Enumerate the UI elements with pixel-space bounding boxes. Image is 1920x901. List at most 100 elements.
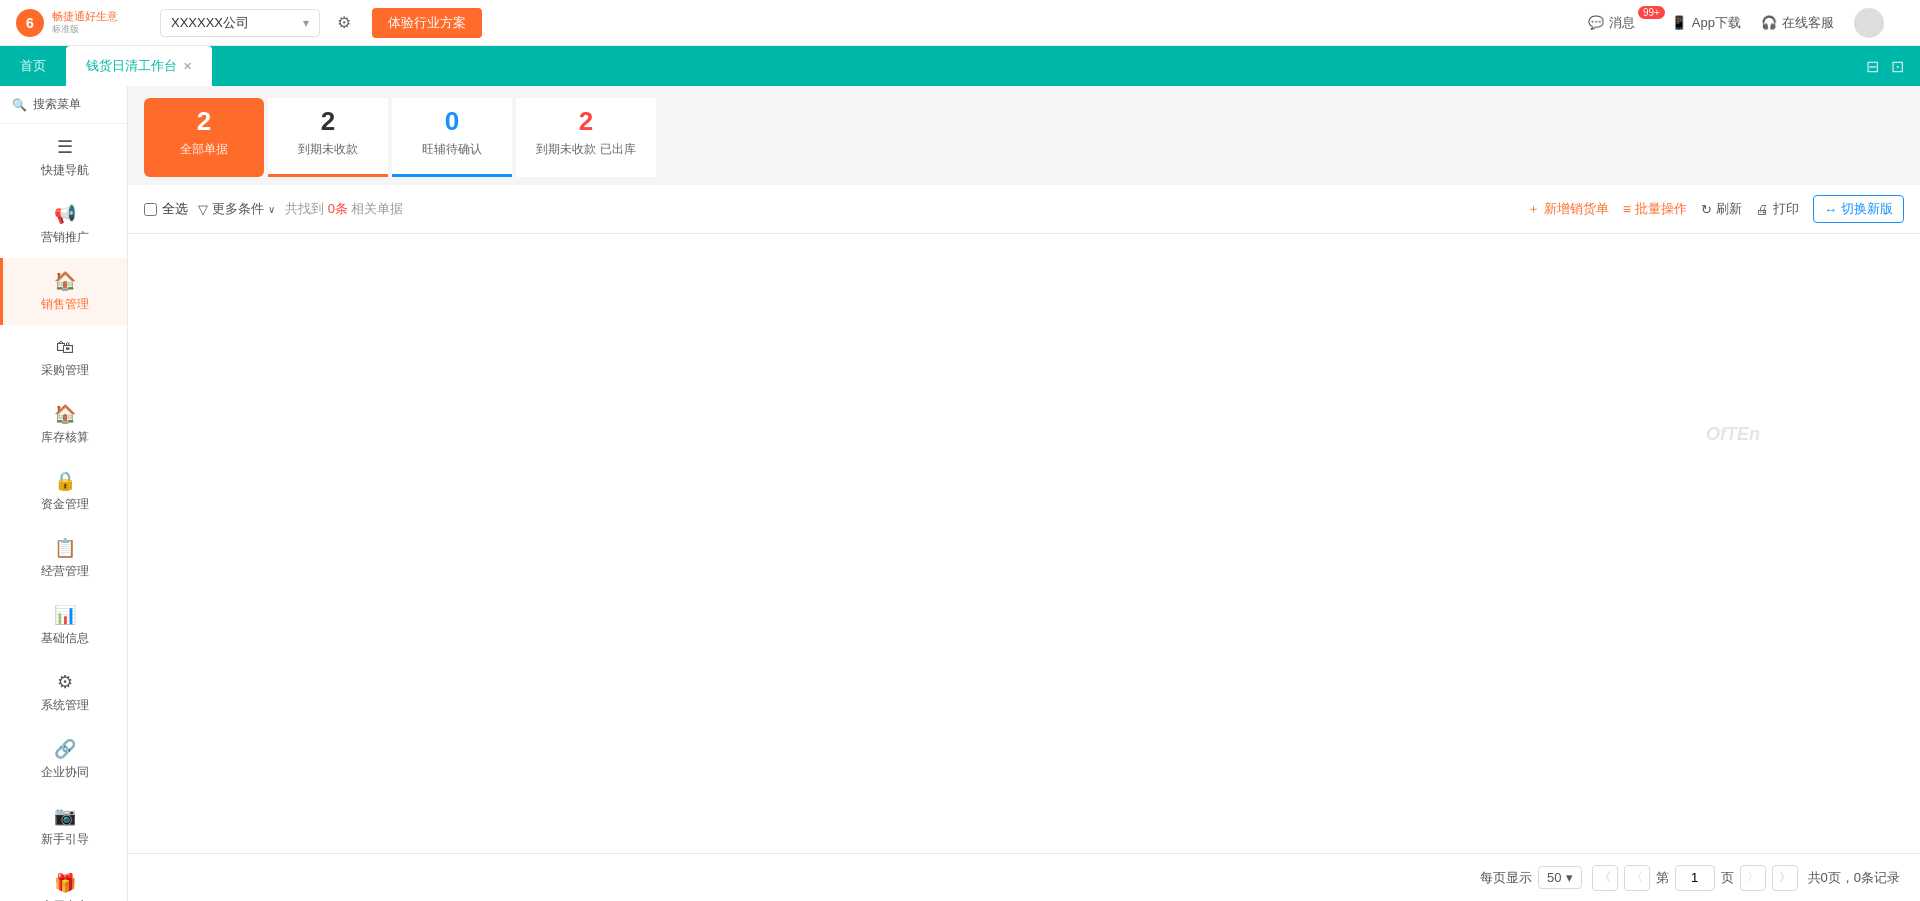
page-first-button[interactable]: 《 xyxy=(1592,865,1618,891)
sidebar-item-label: 销售管理 xyxy=(41,296,89,313)
stat-tab-all[interactable]: 2 全部单据 xyxy=(144,98,264,177)
batch-label: 批量操作 xyxy=(1635,200,1687,218)
sidebar-item-kucun[interactable]: 🏠 库存核算 xyxy=(0,391,127,458)
page-controls: 《 〈 第 页 〉 》 xyxy=(1592,865,1798,891)
stat-num-all: 2 xyxy=(164,106,244,137)
yingxiao-icon: 📢 xyxy=(54,203,76,225)
stat-num-wangfu: 0 xyxy=(412,106,492,137)
tab-close-icon[interactable]: ✕ xyxy=(183,60,192,73)
add-label: 新增销货单 xyxy=(1544,200,1609,218)
message-badge: 99+ xyxy=(1638,6,1665,19)
sidebar-item-zijin[interactable]: 🔒 资金管理 xyxy=(0,458,127,525)
per-page-arrow-icon: ▾ xyxy=(1566,870,1573,885)
message-action[interactable]: 💬 消息 99+ xyxy=(1588,14,1651,32)
page-number-input[interactable] xyxy=(1675,865,1715,891)
stat-label-overdue: 到期未收款 xyxy=(288,141,368,158)
sidebar-item-qiye[interactable]: 🔗 企业协同 xyxy=(0,726,127,793)
sidebar-item-label: 营销推广 xyxy=(41,229,89,246)
per-page-label: 每页显示 xyxy=(1480,869,1532,887)
stats-tabs: 2 全部单据 2 到期未收款 0 旺辅待确认 2 到期未收款 已出库 xyxy=(128,86,1920,177)
more-filter-button[interactable]: ▽ 更多条件 ∨ xyxy=(198,200,275,218)
message-icon: 💬 xyxy=(1588,15,1604,30)
trial-button[interactable]: 体验行业方案 xyxy=(372,8,482,38)
print-label: 打印 xyxy=(1773,200,1799,218)
sidebar: 🔍 搜索菜单 ☰ 快捷导航 📢 营销推广 🏠 销售管理 🛍 采购管理 🏠 库存核… xyxy=(0,86,128,901)
tab-home-label: 首页 xyxy=(20,57,46,75)
app-download-icon: 📱 xyxy=(1671,15,1687,30)
stat-label-all: 全部单据 xyxy=(164,141,244,158)
stat-tab-overdue-shipped[interactable]: 2 到期未收款 已出库 xyxy=(516,98,656,177)
add-order-button[interactable]: ＋ 新增销货单 xyxy=(1527,200,1609,218)
switch-version-button[interactable]: ↔ 切换新版 xyxy=(1813,195,1904,223)
online-service-action[interactable]: 🎧 在线客服 xyxy=(1761,14,1834,32)
nav-icon: ☰ xyxy=(57,136,73,158)
per-page-dropdown[interactable]: 50 ▾ xyxy=(1538,866,1581,889)
jichu-icon: 📊 xyxy=(54,604,76,626)
yingyong-icon: 🎁 xyxy=(54,872,76,894)
sidebar-item-label: 采购管理 xyxy=(41,362,89,379)
sidebar-item-jingying[interactable]: 📋 经营管理 xyxy=(0,525,127,592)
window-controls: ⊟ ⊡ xyxy=(1866,57,1920,76)
sidebar-item-xitong[interactable]: ⚙ 系统管理 xyxy=(0,659,127,726)
found-text: 共找到 0条 相关单据 xyxy=(285,200,403,218)
refresh-button[interactable]: ↻ 刷新 xyxy=(1701,200,1742,218)
xinshou-icon: 📷 xyxy=(54,805,76,827)
page-next-button[interactable]: 〉 xyxy=(1740,865,1766,891)
settings-icon[interactable]: ⚙ xyxy=(328,7,360,39)
filter-arrow-icon: ∨ xyxy=(268,204,275,215)
search-menu-label: 搜索菜单 xyxy=(33,96,81,113)
filter-icon: ▽ xyxy=(198,202,208,217)
page-label: 第 xyxy=(1656,869,1669,887)
print-button[interactable]: 🖨 打印 xyxy=(1756,200,1799,218)
sidebar-item-xinshou[interactable]: 📷 新手引导 xyxy=(0,793,127,860)
switch-icon: ↔ xyxy=(1824,202,1837,217)
refresh-icon: ↻ xyxy=(1701,202,1712,217)
logo-area: 6 畅捷通好生意 标准版 xyxy=(16,9,144,37)
page-last-button[interactable]: 》 xyxy=(1772,865,1798,891)
sidebar-item-label: 新手引导 xyxy=(41,831,89,848)
tab-home[interactable]: 首页 xyxy=(0,46,66,86)
xiaoshou-icon: 🏠 xyxy=(54,270,76,292)
stat-tab-overdue[interactable]: 2 到期未收款 xyxy=(268,98,388,177)
sidebar-item-xiaoshou[interactable]: 🏠 销售管理 xyxy=(0,258,127,325)
sidebar-item-yingxiao[interactable]: 📢 营销推广 xyxy=(0,191,127,258)
company-selector[interactable]: XXXXXX公司 ▾ xyxy=(160,9,320,37)
stat-label-wangfu: 旺辅待确认 xyxy=(412,141,492,158)
sidebar-item-label: 企业协同 xyxy=(41,764,89,781)
search-menu[interactable]: 🔍 搜索菜单 xyxy=(0,86,127,124)
print-icon: 🖨 xyxy=(1756,202,1769,217)
select-all-input[interactable] xyxy=(144,203,157,216)
page-prev-button[interactable]: 〈 xyxy=(1624,865,1650,891)
tab-qian-huo[interactable]: 钱货日清工作台 ✕ xyxy=(66,46,212,86)
batch-operation-button[interactable]: ≡ 批量操作 xyxy=(1623,200,1687,218)
app-download-action[interactable]: 📱 App下载 xyxy=(1671,14,1741,32)
sidebar-item-yingyong[interactable]: 🎁 应用中心 xyxy=(0,860,127,901)
main-layout: 🔍 搜索菜单 ☰ 快捷导航 📢 营销推广 🏠 销售管理 🛍 采购管理 🏠 库存核… xyxy=(0,86,1920,901)
per-page-value: 50 xyxy=(1547,870,1561,885)
minimize-icon[interactable]: ⊟ xyxy=(1866,57,1879,76)
kucun-icon: 🏠 xyxy=(54,403,76,425)
avatar[interactable] xyxy=(1854,8,1884,38)
sidebar-item-caigou[interactable]: 🛍 采购管理 xyxy=(0,325,127,391)
select-all-label: 全选 xyxy=(162,200,188,218)
stat-num-overdue: 2 xyxy=(288,106,368,137)
stat-tab-wangfu[interactable]: 0 旺辅待确认 xyxy=(392,98,512,177)
zijin-icon: 🔒 xyxy=(54,470,76,492)
add-icon: ＋ xyxy=(1527,200,1540,218)
content-area: 2 全部单据 2 到期未收款 0 旺辅待确认 2 到期未收款 已出库 xyxy=(128,86,1920,901)
sidebar-item-label: 快捷导航 xyxy=(41,162,89,179)
refresh-label: 刷新 xyxy=(1716,200,1742,218)
table-area: OfTEn xyxy=(128,234,1920,853)
pagination: 每页显示 50 ▾ 《 〈 第 页 〉 》 共0页，0条记录 xyxy=(128,853,1920,901)
select-all-checkbox[interactable]: 全选 xyxy=(144,200,188,218)
maximize-icon[interactable]: ⊡ xyxy=(1891,57,1904,76)
sidebar-item-jichu[interactable]: 📊 基础信息 xyxy=(0,592,127,659)
toolbar-left: 全选 ▽ 更多条件 ∨ 共找到 0条 相关单据 xyxy=(144,200,403,218)
sidebar-item-kuaijie[interactable]: ☰ 快捷导航 xyxy=(0,124,127,191)
filter-label: 更多条件 xyxy=(212,200,264,218)
nav-tabs-bar: 首页 钱货日清工作台 ✕ ⊟ ⊡ xyxy=(0,46,1920,86)
online-service-label: 在线客服 xyxy=(1782,14,1834,32)
search-icon: 🔍 xyxy=(12,98,27,112)
tab-qian-huo-label: 钱货日清工作台 xyxy=(86,57,177,75)
top-header: 6 畅捷通好生意 标准版 XXXXXX公司 ▾ ⚙ 体验行业方案 💬 消息 99… xyxy=(0,0,1920,46)
